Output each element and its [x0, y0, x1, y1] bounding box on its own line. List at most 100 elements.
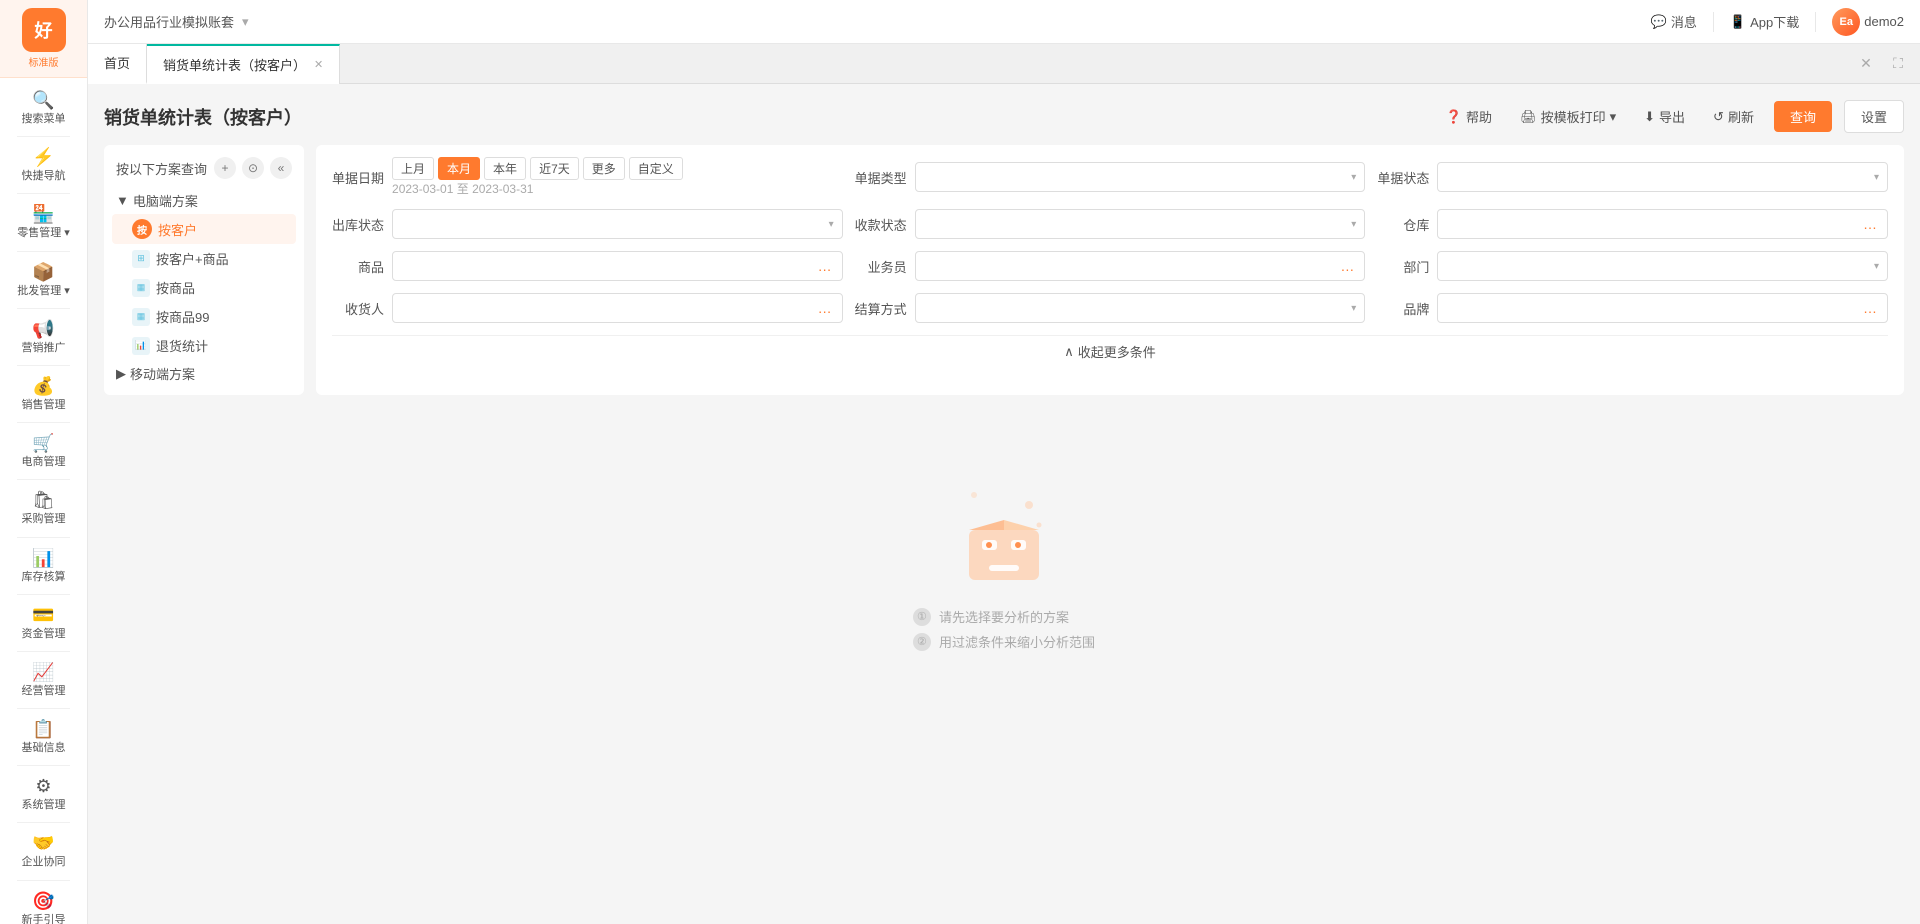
date-btn-custom[interactable]: 自定义 — [629, 157, 683, 180]
filter-warehouse-select[interactable]: … — [1437, 209, 1888, 239]
filter-date-control: 上月 本月 本年 近7天 更多 自定义 2023-03-01 至 2023-03… — [392, 157, 843, 197]
sidebar-item-wholesale[interactable]: 📦 批发管理 ▾ — [0, 254, 87, 306]
tab-close-sales-stat[interactable]: ✕ — [314, 58, 323, 71]
sidebar-item-icon-operation: 📈 — [32, 662, 54, 683]
sidebar-item-operation[interactable]: 📈 经营管理 — [0, 654, 87, 706]
sidebar-item-system[interactable]: ⚙ 系统管理 — [0, 768, 87, 820]
sidebar-divider-6 — [17, 479, 69, 480]
msg-button[interactable]: 💬 消息 — [1651, 12, 1697, 31]
filter-item-doc-type: 单据类型 ▾ — [855, 162, 1366, 192]
filter-payment-arrow: ▾ — [1351, 303, 1356, 314]
filter-item-out-status: 出库状态 ▾ — [332, 209, 843, 239]
empty-hint-2: ② 用过滤条件来缩小分析范围 — [913, 632, 1095, 651]
date-btn-7days[interactable]: 近7天 — [530, 157, 579, 180]
help-button[interactable]: ❓ 帮助 — [1438, 103, 1500, 130]
filter-item-brand: 品牌 … — [1377, 293, 1888, 323]
filter-doc-type-select[interactable]: ▾ — [915, 162, 1366, 192]
topbar-divider2 — [1815, 12, 1816, 32]
filter-payment-select[interactable]: ▾ — [915, 293, 1366, 323]
filter-out-status-arrow: ▾ — [829, 219, 834, 230]
sidebar-item-shortcut[interactable]: ⚡ 快捷导航 — [0, 139, 87, 191]
schema-add-button[interactable]: + — [214, 157, 236, 179]
sidebar-item-icon-sales: 💰 — [32, 376, 54, 397]
topbar-dropdown-icon[interactable]: ▾ — [242, 14, 249, 30]
sidebar-item-finance[interactable]: 💳 资金管理 — [0, 597, 87, 649]
filter-row-1: 单据日期 上月 本月 本年 近7天 更多 自定义 2023-03-01 至 20… — [332, 157, 1888, 197]
date-btn-this-month[interactable]: 本月 — [438, 157, 480, 180]
topbar: 办公用品行业模拟账套 ▾ 💬 消息 📱 App下载 Ea demo2 — [88, 0, 1920, 44]
sidebar-item-label-system: 系统管理 — [22, 799, 66, 812]
date-btn-more[interactable]: 更多 — [583, 157, 625, 180]
filter-brand-select[interactable]: … — [1437, 293, 1888, 323]
collapse-bar[interactable]: ∧ 收起更多条件 — [332, 335, 1888, 367]
schema-item-by-goods-99[interactable]: ▦ 按商品99 — [112, 302, 296, 331]
app-download-icon: 📱 — [1730, 14, 1746, 30]
sidebar: 好 标准版 🔍 搜索菜单 ⚡ 快捷导航 🏪 零售管理 ▾ 📦 批发管理 ▾ 📢 … — [0, 0, 88, 924]
export-button[interactable]: ⬇ 导出 — [1636, 103, 1693, 130]
schema-item-by-customer-goods-label: 按客户+商品 — [156, 249, 229, 268]
user-name: demo2 — [1864, 14, 1904, 29]
print-button[interactable]: 🖨 按模板打印 ▾ — [1512, 103, 1624, 130]
schema-item-by-customer-goods-icon: ⊞ — [132, 250, 150, 268]
sidebar-item-purchase[interactable]: 🛍 采购管理 — [0, 482, 87, 534]
tabbar-right: ✕ ⛶ — [1852, 50, 1920, 78]
schema-item-return-stat[interactable]: 📊 退货统计 — [112, 331, 296, 360]
sidebar-item-retail[interactable]: 🏪 零售管理 ▾ — [0, 196, 87, 248]
refresh-icon: ↺ — [1713, 109, 1724, 125]
schema-item-by-customer-goods[interactable]: ⊞ 按客户+商品 — [112, 244, 296, 273]
page-actions: ❓ 帮助 🖨 按模板打印 ▾ ⬇ 导出 ↺ 刷新 查询 设置 — [1438, 100, 1904, 133]
tab-sales-stat[interactable]: 销货单统计表（按客户） ✕ — [147, 44, 340, 84]
sidebar-item-label-search: 搜索菜单 — [22, 113, 66, 126]
filter-pay-status-arrow: ▾ — [1351, 219, 1356, 230]
empty-state: ① 请先选择要分析的方案 ② 用过滤条件来缩小分析范围 — [104, 395, 1904, 731]
schema-settings-button[interactable]: ⊙ — [242, 157, 264, 179]
sidebar-item-basic[interactable]: 📋 基础信息 — [0, 711, 87, 763]
sidebar-item-sales[interactable]: 💰 销售管理 — [0, 368, 87, 420]
tab-close-all-button[interactable]: ✕ — [1852, 50, 1880, 78]
schema-desktop-header[interactable]: ▼ 电脑端方案 — [112, 187, 296, 214]
schema-item-return-stat-label: 退货统计 — [156, 336, 208, 355]
sidebar-item-label-newbie: 新手引导 — [22, 914, 66, 924]
filter-goods-dots: … — [818, 258, 834, 274]
sidebar-item-inventory[interactable]: 📊 库存核算 — [0, 540, 87, 592]
sidebar-item-marketing[interactable]: 📢 营销推广 — [0, 311, 87, 363]
filter-out-status-select[interactable]: ▾ — [392, 209, 843, 239]
sidebar-item-corp[interactable]: 🤝 企业协同 — [0, 825, 87, 877]
filter-dept-control: ▾ — [1437, 251, 1888, 281]
sidebar-item-label-operation: 经营管理 — [22, 685, 66, 698]
sidebar-item-icon-corp: 🤝 — [32, 833, 54, 854]
filter-doc-status-control: ▾ — [1437, 162, 1888, 192]
export-icon: ⬇ — [1644, 109, 1655, 125]
schema-mobile-arrow: ▶ — [116, 366, 126, 382]
tab-sales-stat-label: 销货单统计表（按客户） — [163, 55, 306, 74]
date-btn-this-year[interactable]: 本年 — [484, 157, 526, 180]
filter-receiver-select[interactable]: … — [392, 293, 843, 323]
schema-item-by-goods[interactable]: ▦ 按商品 — [112, 273, 296, 302]
sidebar-divider-4 — [17, 365, 69, 366]
filter-doc-status-label: 单据状态 — [1377, 168, 1429, 187]
tab-maximize-button[interactable]: ⛶ — [1884, 50, 1912, 78]
filter-pay-status-select[interactable]: ▾ — [915, 209, 1366, 239]
sidebar-item-newbie[interactable]: 🎯 新手引导 — [0, 883, 87, 924]
schema-panel-title: 按以下方案查询 — [116, 159, 207, 178]
filter-dept-arrow: ▾ — [1874, 261, 1879, 272]
schema-collapse-button[interactable]: « — [270, 157, 292, 179]
tab-home[interactable]: 首页 — [88, 44, 147, 84]
sidebar-item-icon-system: ⚙ — [35, 776, 51, 797]
schema-mobile-header[interactable]: ▶ 移动端方案 — [112, 360, 296, 387]
user-profile[interactable]: Ea demo2 — [1832, 8, 1904, 36]
app-download-button[interactable]: 📱 App下载 — [1730, 12, 1799, 31]
schema-item-by-customer[interactable]: 按 按客户 — [112, 214, 296, 244]
sidebar-item-search[interactable]: 🔍 搜索菜单 — [0, 82, 87, 134]
filter-goods-select[interactable]: … — [392, 251, 843, 281]
sidebar-divider-9 — [17, 651, 69, 652]
filter-doc-status-select[interactable]: ▾ — [1437, 162, 1888, 192]
settings-button[interactable]: 设置 — [1844, 100, 1904, 133]
filter-dept-select[interactable]: ▾ — [1437, 251, 1888, 281]
sidebar-item-label-inventory: 库存核算 — [22, 571, 66, 584]
refresh-button[interactable]: ↺ 刷新 — [1705, 103, 1762, 130]
query-button[interactable]: 查询 — [1774, 101, 1832, 132]
date-btn-last-month[interactable]: 上月 — [392, 157, 434, 180]
sidebar-item-ecommerce[interactable]: 🛒 电商管理 — [0, 425, 87, 477]
filter-staff-select[interactable]: … — [915, 251, 1366, 281]
